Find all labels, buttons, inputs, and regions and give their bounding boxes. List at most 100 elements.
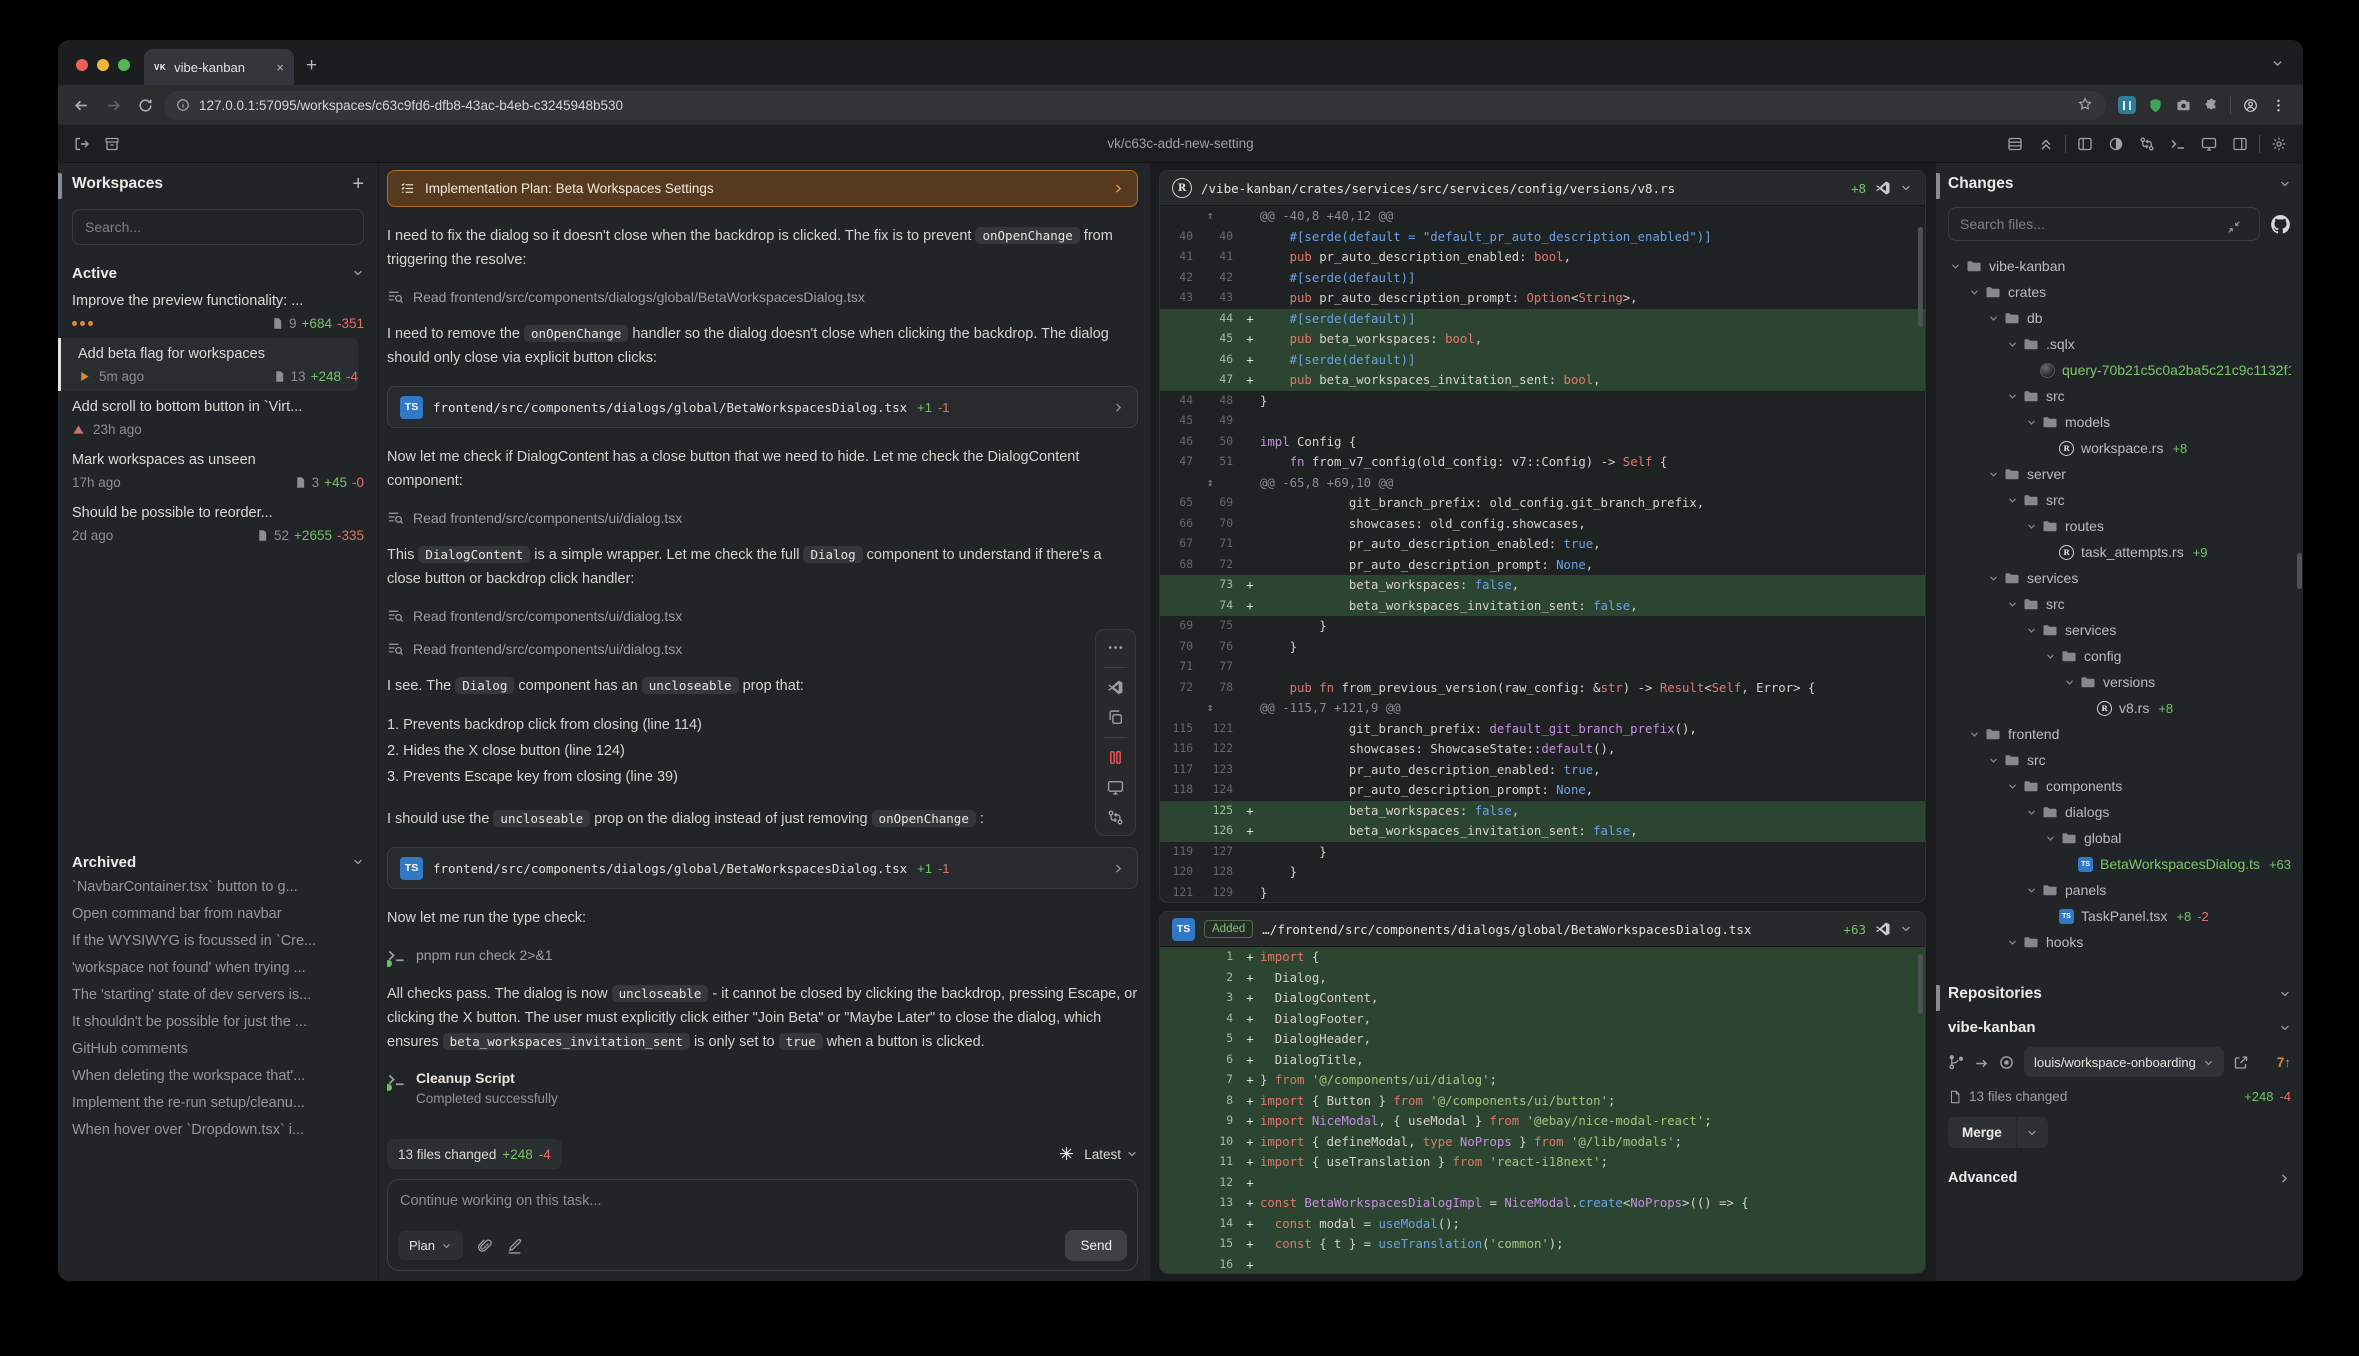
diff-line[interactable]: 66 70 showcases: old_config.showcases,	[1160, 514, 1925, 535]
panel-left-icon[interactable]	[2073, 132, 2097, 156]
diff-line[interactable]: 47 51 fn from_v7_config(old_config: v7::C…	[1160, 452, 1925, 473]
diff-line[interactable]: 5 + DialogHeader,	[1160, 1029, 1925, 1050]
diff-line[interactable]: 15 + const { t } = useTranslation('common…	[1160, 1234, 1925, 1255]
scrollbar-thumb[interactable]	[1918, 227, 1923, 327]
git-compare-icon[interactable]	[1107, 809, 1124, 826]
fold-all-icon[interactable]	[2034, 132, 2058, 156]
github-icon[interactable]	[2270, 214, 2291, 235]
archived-workspace-item[interactable]: When hover over `Dropdown.tsx` i...	[72, 1117, 364, 1144]
collapse-tree-icon[interactable]	[2227, 220, 2241, 234]
tree-folder-row[interactable]: routes	[1948, 513, 2291, 539]
tree-folder-row[interactable]: server	[1948, 461, 2291, 487]
read-file-row[interactable]: Read frontend/src/components/dialogs/glo…	[387, 288, 1138, 305]
tree-folder-row[interactable]: versions	[1948, 669, 2291, 695]
diff-line[interactable]: 119 127 }	[1160, 842, 1925, 863]
shield-extension-icon[interactable]	[2146, 96, 2164, 114]
tree-folder-row[interactable]: src	[1948, 487, 2291, 513]
diff-line[interactable]: 7 +} from '@/components/ui/dialog';	[1160, 1070, 1925, 1091]
scrollbar-thumb[interactable]	[1918, 954, 1923, 1014]
browser-menu-icon[interactable]	[2269, 96, 2287, 114]
diff-line[interactable]: 11 + import { useTranslation } from 'react…	[1160, 1152, 1925, 1173]
diff-card-header[interactable]: R/vibe-kanban/crates/services/src/servic…	[1160, 171, 1925, 206]
advanced-section[interactable]: Advanced	[1948, 1170, 2291, 1186]
chevron-down-icon[interactable]	[2279, 1022, 2291, 1034]
tree-folder-row[interactable]: services	[1948, 565, 2291, 591]
tree-folder-row[interactable]: config	[1948, 643, 2291, 669]
diff-line[interactable]: 40 40 #[serde(default = "default_pr_auto_…	[1160, 227, 1925, 248]
archived-workspace-item[interactable]: It shouldn't be possible for just the ..…	[72, 1009, 364, 1036]
open-in-vscode-icon[interactable]	[1107, 679, 1124, 696]
chevron-down-icon[interactable]	[1900, 923, 1913, 935]
terminal-icon[interactable]	[2166, 132, 2190, 156]
diff-line[interactable]: 67 71 pr_auto_description_enabled: true,	[1160, 534, 1925, 555]
mode-dropdown[interactable]: Plan	[398, 1231, 464, 1260]
diff-line[interactable]: 9 + import NiceModal, { useModal } from '@…	[1160, 1111, 1925, 1132]
archived-workspace-item[interactable]: `NavbarContainer.tsx` button to g...	[72, 874, 364, 901]
diff-line[interactable]: 1 + import {	[1160, 947, 1925, 968]
diff-hunk-row[interactable]: ↕ @@ -115,7 +121,9 @@	[1160, 698, 1925, 719]
diff-line[interactable]: 121 129}	[1160, 883, 1925, 903]
close-tab-icon[interactable]: ×	[276, 60, 284, 75]
diff-line[interactable]: 116 122 showcases: ShowcaseState::default…	[1160, 739, 1925, 760]
terminal-command-row[interactable]: pnpm run check 2>&1	[387, 946, 1138, 967]
read-file-row[interactable]: Read frontend/src/components/ui/dialog.t…	[387, 509, 1138, 526]
extensions-puzzle-icon[interactable]	[2202, 96, 2220, 114]
tree-file-row[interactable]: query-70b21c5c0a2ba5c21c9c1132f14a68	[1948, 357, 2291, 383]
diff-line[interactable]: 71 77	[1160, 657, 1925, 678]
preview-monitor-icon[interactable]	[2197, 132, 2221, 156]
diff-line[interactable]: 65 69 git_branch_prefix: old_config.git_b…	[1160, 493, 1925, 514]
git-compare-icon[interactable]	[2135, 132, 2159, 156]
workspace-item[interactable]: Improve the preview functionality: ... 9 +…	[58, 285, 364, 338]
implementation-plan-banner[interactable]: Implementation Plan: Beta Workspaces Set…	[387, 170, 1138, 207]
scrollbar-thumb[interactable]	[2297, 553, 2302, 589]
copy-icon[interactable]	[1107, 709, 1124, 726]
branch-dropdown[interactable]: louis/workspace-onboarding	[2024, 1047, 2224, 1077]
diff-line[interactable]: 46 50 impl Config {	[1160, 432, 1925, 453]
chevron-down-icon[interactable]	[1900, 182, 1913, 194]
tree-folder-row[interactable]: vibe-kanban	[1948, 253, 2291, 279]
theme-toggle-icon[interactable]	[2104, 132, 2128, 156]
file-search-input[interactable]	[1948, 207, 2260, 241]
chevron-down-icon[interactable]	[352, 267, 364, 279]
script-result-row[interactable]: Cleanup Script Completed successfully	[387, 1070, 1138, 1106]
tree-folder-row[interactable]: global	[1948, 825, 2291, 851]
external-link-icon[interactable]	[2233, 1054, 2249, 1070]
archived-workspace-item[interactable]: The 'starting' state of dev servers is..…	[72, 982, 364, 1009]
read-file-row[interactable]: Read frontend/src/components/ui/dialog.t…	[387, 640, 1138, 657]
diff-line[interactable]: 16 +	[1160, 1254, 1925, 1273]
diff-line[interactable]: 14 + const modal = useModal();	[1160, 1213, 1925, 1234]
pause-icon[interactable]	[1107, 749, 1124, 766]
tab-overflow-icon[interactable]	[2265, 51, 2289, 75]
files-changed-badge[interactable]: 13 files changed +248 -4	[387, 1139, 562, 1169]
diff-line[interactable]: 3 + DialogContent,	[1160, 988, 1925, 1009]
tree-folder-row[interactable]: hooks	[1948, 929, 2291, 955]
diff-line[interactable]: 6 + DialogTitle,	[1160, 1049, 1925, 1070]
chevron-down-icon[interactable]	[352, 856, 364, 868]
diff-line[interactable]: 117 123 pr_auto_description_enabled: true…	[1160, 760, 1925, 781]
expand-hunk-icon[interactable]: ↕	[1160, 698, 1260, 719]
add-workspace-button[interactable]: +	[352, 173, 364, 196]
tree-folder-row[interactable]: .sqlx	[1948, 331, 2291, 357]
settings-gear-icon[interactable]	[2267, 132, 2291, 156]
panel-right-icon[interactable]	[2228, 132, 2252, 156]
diff-line[interactable]: 10 + import { defineModal, type NoProps } …	[1160, 1131, 1925, 1152]
archived-workspace-item[interactable]: 'workspace not found' when trying ...	[72, 955, 364, 982]
new-tab-button[interactable]: +	[306, 55, 317, 77]
message-input[interactable]	[400, 1193, 1125, 1209]
file-diff-card[interactable]: TS frontend/src/components/dialogs/global…	[387, 847, 1138, 889]
file-diff-card[interactable]: TS frontend/src/components/dialogs/global…	[387, 386, 1138, 428]
archived-workspace-item[interactable]: If the WYSIWYG is focussed in `Cre...	[72, 928, 364, 955]
diff-line[interactable]: 115 121 git_branch_prefix: default_git_br…	[1160, 719, 1925, 740]
tree-folder-row[interactable]: dialogs	[1948, 799, 2291, 825]
diff-line[interactable]: 46 + #[serde(default)]	[1160, 349, 1925, 370]
tree-folder-row[interactable]: components	[1948, 773, 2291, 799]
window-controls[interactable]	[76, 59, 130, 71]
minimize-window-button[interactable]	[97, 59, 109, 71]
diff-line[interactable]: 45 + pub beta_workspaces: bool,	[1160, 329, 1925, 350]
diff-line[interactable]: 13 + const BetaWorkspacesDialogImpl = Nice…	[1160, 1193, 1925, 1214]
diff-line[interactable]: 118 124 pr_auto_description_prompt: None,	[1160, 780, 1925, 801]
archived-workspace-item[interactable]: Implement the re-run setup/cleanu...	[72, 1090, 364, 1117]
bookmark-star-icon[interactable]	[2078, 97, 2094, 113]
forward-button[interactable]	[100, 92, 126, 118]
diff-line[interactable]: 44 + #[serde(default)]	[1160, 308, 1925, 329]
